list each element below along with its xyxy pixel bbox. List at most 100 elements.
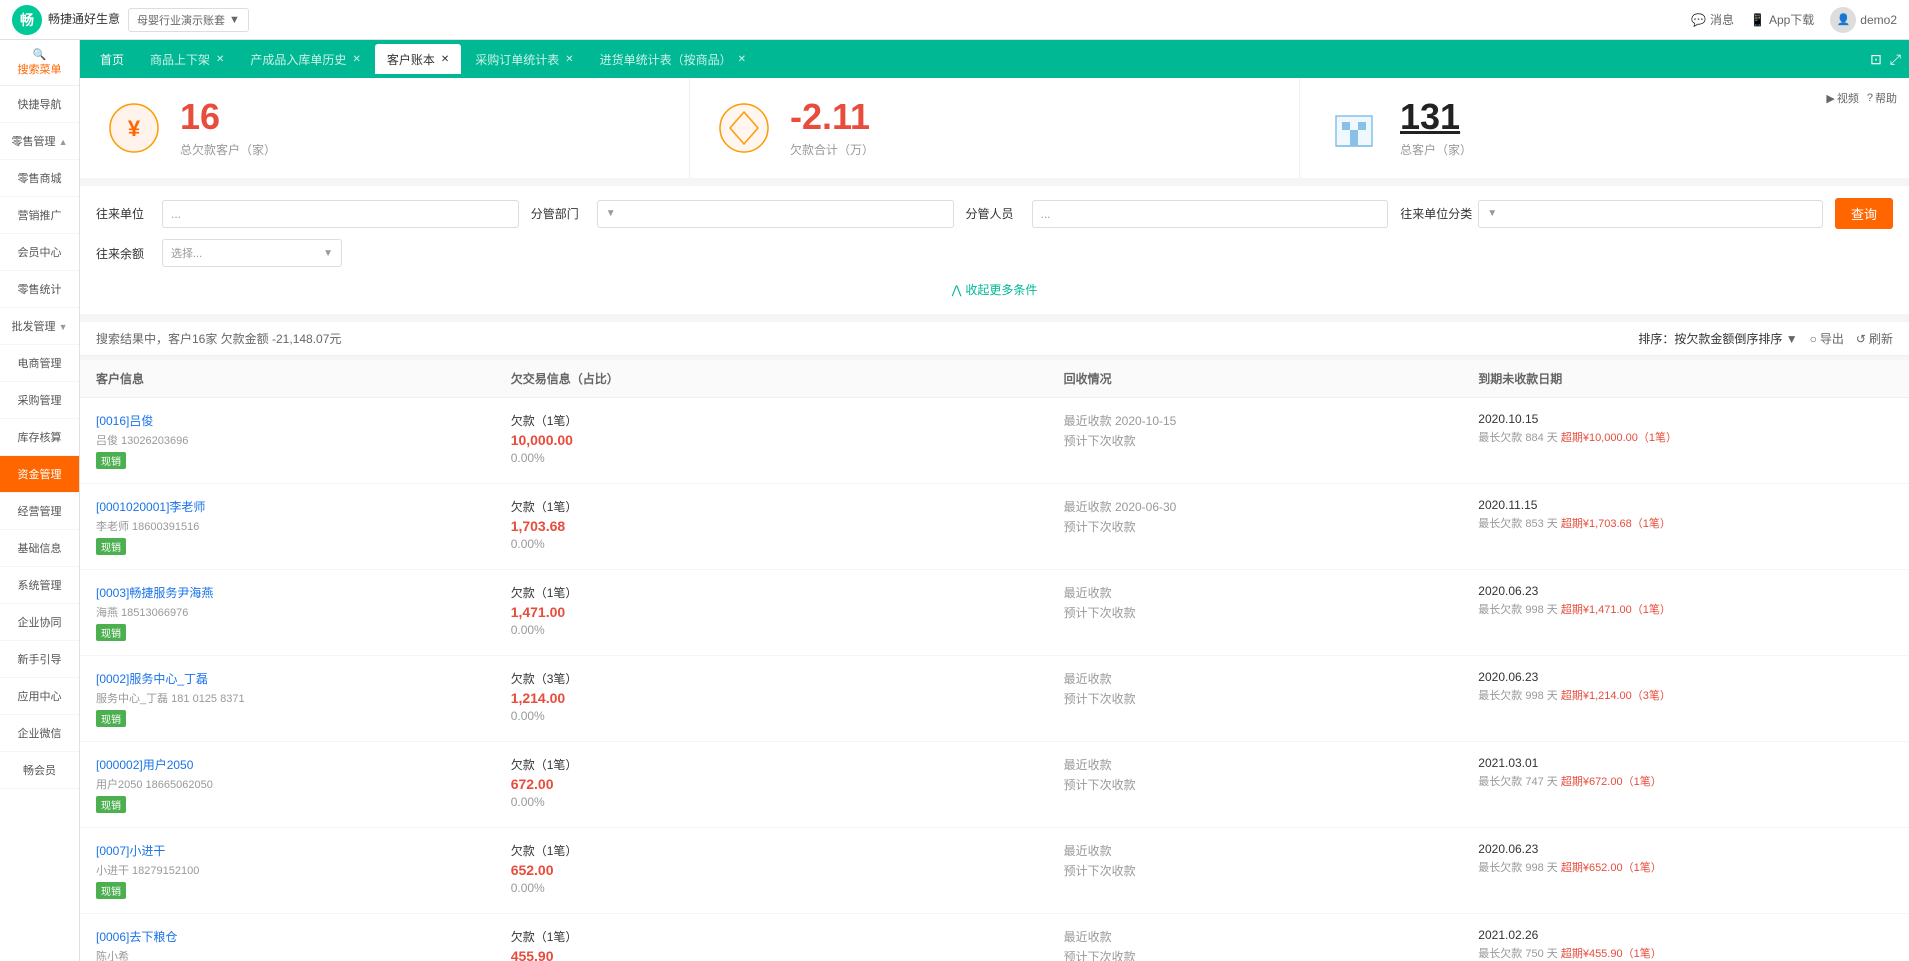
customer-name[interactable]: [000002]用户2050 xyxy=(96,756,511,773)
sidebar-item-purchase[interactable]: 采购管理 xyxy=(0,382,79,419)
close-icon[interactable]: ✕ xyxy=(441,54,449,65)
sidebar-item-retail-stats[interactable]: 零售统计 xyxy=(0,271,79,308)
customer-info: [0002]服务中心_丁磊 服务中心_丁磊 181 0125 8371 现销 xyxy=(96,670,511,727)
sidebar-item-wechat[interactable]: 企业微信 xyxy=(0,715,79,752)
overdue-link[interactable]: 超期¥455.90（1笔） xyxy=(1561,948,1662,960)
sidebar-item-system[interactable]: 系统管理 xyxy=(0,567,79,604)
stat-info-debt: 16 总欠款客户（家） xyxy=(180,99,276,158)
tab-product-listing[interactable]: 商品上下架 ✕ xyxy=(138,44,236,74)
filter-supplier-input[interactable]: ... xyxy=(162,200,519,228)
filter-person-input[interactable]: ... xyxy=(1032,200,1389,228)
due-date: 2020.10.15 xyxy=(1478,412,1893,426)
expand-icon[interactable]: ⤢ xyxy=(1890,51,1901,68)
customer-name[interactable]: [0006]去下粮仓 xyxy=(96,928,511,945)
export-button[interactable]: ○ 导出 xyxy=(1810,330,1844,347)
debt-percent: 0.00% xyxy=(511,537,1064,551)
due-overdue: 最长欠款 998 天 超期¥652.00（1笔） xyxy=(1478,859,1893,875)
debt-info: 欠款（1笔） 1,471.00 0.00% xyxy=(511,584,1064,637)
customer-meta: 陈小希 xyxy=(96,948,511,961)
due-info: 2020.10.15 最长欠款 884 天 超期¥10,000.00（1笔） xyxy=(1478,412,1893,445)
tab-home[interactable]: 首页 xyxy=(88,44,136,74)
close-icon[interactable]: ✕ xyxy=(216,54,224,65)
sidebar-item-member[interactable]: 会员中心 xyxy=(0,234,79,271)
stat-info-customers: 131 总客户（家） xyxy=(1400,99,1472,158)
filter-department-input[interactable]: ▼ xyxy=(597,200,954,228)
sidebar-item-marketing[interactable]: 营销推广 xyxy=(0,197,79,234)
due-overdue: 最长欠款 884 天 超期¥10,000.00（1笔） xyxy=(1478,429,1893,445)
debt-percent: 0.00% xyxy=(511,451,1064,465)
user-button[interactable]: 👤 demo2 xyxy=(1830,7,1897,33)
due-date: 2020.06.23 xyxy=(1478,842,1893,856)
svg-text:¥: ¥ xyxy=(128,116,141,141)
sidebar-item-wholesale[interactable]: 批发管理 ▼ xyxy=(0,308,79,345)
sidebar-item-inventory[interactable]: 库存核算 xyxy=(0,419,79,456)
top-bar-left: 畅 畅捷通好生意 母婴行业演示账套 ▼ xyxy=(12,5,249,35)
sidebar-item-operations[interactable]: 经营管理 xyxy=(0,493,79,530)
sidebar-item-retail-mall[interactable]: 零售商城 xyxy=(0,160,79,197)
table-row: [0016]吕俊 吕俊 13026203696 现销 欠款（1笔） 10,000… xyxy=(80,398,1909,484)
filter-bar: 往来单位 ... 分管部门 ▼ 分管人员 ... xyxy=(80,186,1909,314)
tab-purchase-product-stats[interactable]: 进货单统计表（按商品） ✕ xyxy=(588,44,758,74)
refresh-button[interactable]: ↺ 刷新 xyxy=(1856,330,1893,347)
video-button[interactable]: ▶ 视频 xyxy=(1826,90,1858,106)
overdue-link[interactable]: 超期¥652.00（1笔） xyxy=(1561,862,1662,874)
customer-name[interactable]: [0003]畅捷服务尹海燕 xyxy=(96,584,511,601)
chevron-icon: ▲ xyxy=(59,137,68,147)
close-icon[interactable]: ✕ xyxy=(352,54,360,65)
customer-name[interactable]: [0001020001]李老师 xyxy=(96,498,511,515)
sidebar-item-ecommerce[interactable]: 电商管理 xyxy=(0,345,79,382)
sidebar-item-finance[interactable]: 资金管理 xyxy=(0,456,79,493)
overdue-link[interactable]: 超期¥1,471.00（1笔） xyxy=(1561,604,1671,616)
export-icon: ○ xyxy=(1810,332,1817,346)
message-button[interactable]: 💬 消息 xyxy=(1691,11,1734,28)
sidebar-item-vip[interactable]: 畅会员 xyxy=(0,752,79,789)
filter-balance-input[interactable]: 选择... ▼ xyxy=(162,239,342,267)
customer-name[interactable]: [0016]吕俊 xyxy=(96,412,511,429)
help-button[interactable]: ? 帮助 xyxy=(1867,90,1897,106)
top-bar-right: 💬 消息 📱 App下载 👤 demo2 xyxy=(1691,7,1897,33)
customer-meta: 服务中心_丁磊 181 0125 8371 xyxy=(96,690,511,706)
dropdown-icon: ▼ xyxy=(323,248,333,259)
filter-category-input[interactable]: ▼ xyxy=(1478,200,1823,228)
col-header-customer: 客户信息 xyxy=(96,370,511,387)
overdue-link[interactable]: 超期¥10,000.00（1笔） xyxy=(1561,432,1677,444)
sidebar-item-guide[interactable]: 新手引导 xyxy=(0,641,79,678)
store-selector[interactable]: 母婴行业演示账套 ▼ xyxy=(128,8,249,32)
page-content: ¥ 16 总欠款客户（家） xyxy=(80,78,1909,961)
due-overdue: 最长欠款 998 天 超期¥1,471.00（1笔） xyxy=(1478,601,1893,617)
debt-percent: 0.00% xyxy=(511,623,1064,637)
filter-category: 往来单位分类 ▼ xyxy=(1400,200,1823,228)
sidebar-item-quick-nav[interactable]: 快捷导航 xyxy=(0,86,79,123)
close-icon[interactable]: ✕ xyxy=(738,54,746,65)
window-restore-icon[interactable]: ⊡ xyxy=(1870,51,1882,68)
debt-customers-label: 总欠款客户（家） xyxy=(180,141,276,158)
overdue-link[interactable]: 超期¥1,703.68（1笔） xyxy=(1561,518,1671,530)
sidebar-search[interactable]: 🔍 搜索菜单 xyxy=(0,40,79,86)
overdue-link[interactable]: 超期¥1,214.00（3笔） xyxy=(1561,690,1671,702)
repay-next: 预计下次收款 xyxy=(1064,862,1479,879)
customer-tag: 现销 xyxy=(96,710,126,727)
sort-label: 排序：按欠款金额倒序排序 ▼ xyxy=(1638,330,1797,347)
customer-name[interactable]: [0002]服务中心_丁磊 xyxy=(96,670,511,687)
total-customers-label: 总客户（家） xyxy=(1400,141,1472,158)
sidebar-item-retail-mgmt[interactable]: 零售管理 ▲ xyxy=(0,123,79,160)
tab-product-history[interactable]: 产成品入库单历史 ✕ xyxy=(238,44,372,74)
sidebar-item-enterprise[interactable]: 企业协同 xyxy=(0,604,79,641)
repay-info: 最近收款 2020-06-30 预计下次收款 xyxy=(1064,498,1479,538)
app-download-button[interactable]: 📱 App下载 xyxy=(1750,11,1814,28)
refresh-icon: ↺ xyxy=(1856,332,1866,346)
search-button[interactable]: 查询 xyxy=(1835,198,1893,229)
close-icon[interactable]: ✕ xyxy=(565,54,573,65)
filter-department: 分管部门 ▼ xyxy=(531,200,954,228)
overdue-link[interactable]: 超期¥672.00（1笔） xyxy=(1561,776,1662,788)
chevron-icon: ▼ xyxy=(59,322,68,332)
customer-name[interactable]: [0007]小进干 xyxy=(96,842,511,859)
filter-balance: 往来余额 选择... ▼ xyxy=(96,239,1893,267)
tab-customer-ledger[interactable]: 客户账本 ✕ xyxy=(375,44,461,74)
tab-purchase-stats[interactable]: 采购订单统计表 ✕ xyxy=(463,44,585,74)
sidebar-item-basic-info[interactable]: 基础信息 xyxy=(0,530,79,567)
debt-count: 欠款（3笔） xyxy=(511,670,1064,687)
collapse-button[interactable]: ⋀ 收起更多条件 xyxy=(96,277,1893,302)
tab-bar: 首页 商品上下架 ✕ 产成品入库单历史 ✕ 客户账本 ✕ 采购订单统计表 ✕ 进… xyxy=(80,40,1909,78)
sidebar-item-app-center[interactable]: 应用中心 xyxy=(0,678,79,715)
